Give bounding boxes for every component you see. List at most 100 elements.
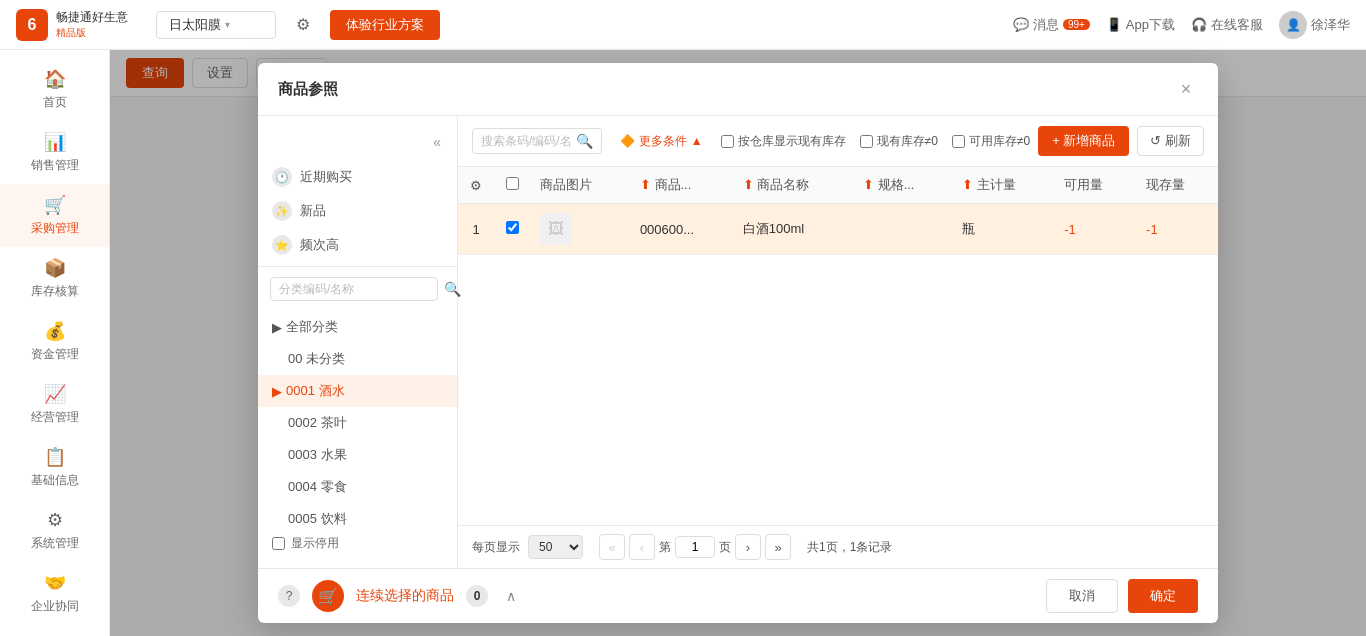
home-icon: 🏠 — [44, 68, 66, 90]
messages-item[interactable]: 💬 消息 99+ — [1013, 16, 1090, 34]
page-label: 第 — [659, 539, 671, 556]
collapse-button[interactable]: « — [429, 130, 445, 154]
product-search-input[interactable] — [481, 134, 570, 148]
sidebar-item-inventory[interactable]: 📦 库存核算 — [0, 247, 109, 310]
sort-icon-name: ⬆ — [743, 177, 754, 192]
th-available: 可用量 — [1054, 167, 1136, 204]
sort-icon-code: ⬆ — [640, 177, 651, 192]
toolbar: 🔍 🔶 更多条件 ▲ 按仓库显示现有库存 — [458, 116, 1218, 167]
cat-alcohol[interactable]: ▶ 0001 酒水 — [258, 375, 457, 407]
cat-alcohol-arrow: ▶ — [272, 384, 282, 399]
sidebar-item-management[interactable]: 📈 经营管理 — [0, 373, 109, 436]
user-profile[interactable]: 👤 徐泽华 — [1279, 11, 1350, 39]
th-code[interactable]: ⬆ 商品... — [630, 167, 733, 204]
add-product-button[interactable]: + 新增商品 — [1038, 126, 1129, 156]
th-name[interactable]: ⬆ 商品名称 — [733, 167, 853, 204]
th-unit[interactable]: ⬆ 主计量 — [952, 167, 1054, 204]
cart-text: 连续选择的商品 — [356, 587, 454, 605]
th-current: 现存量 — [1136, 167, 1218, 204]
cat-all-arrow: ▶ — [272, 320, 282, 335]
td-seq: 1 — [458, 204, 494, 255]
sidebar-item-collab[interactable]: 🤝 企业协同 — [0, 562, 109, 625]
system-icon: ⚙ — [47, 509, 63, 531]
finance-icon: 💰 — [44, 320, 66, 342]
message-icon: 💬 — [1013, 17, 1029, 32]
row-checkbox[interactable] — [506, 221, 519, 234]
show-disabled-checkbox[interactable] — [272, 537, 285, 550]
td-image: 🖼 — [530, 204, 630, 255]
modal-title: 商品参照 — [278, 80, 338, 99]
quick-item-new[interactable]: ✨ 新品 — [258, 194, 457, 228]
sidebar-item-sales[interactable]: 📊 销售管理 — [0, 121, 109, 184]
cart-button[interactable]: 🛒 — [312, 580, 344, 612]
pagination-bar: 每页显示 50 20 100 « ‹ 第 页 — [458, 525, 1218, 568]
available-nonzero-checkbox[interactable] — [952, 135, 965, 148]
quick-item-frequent[interactable]: ⭐ 频次高 — [258, 228, 457, 262]
product-reference-modal: 商品参照 × « 🕐 近期购买 — [258, 63, 1218, 623]
cat-tea[interactable]: 0002 茶叶 — [258, 407, 457, 439]
collapse-cart-icon[interactable]: ∧ — [500, 585, 522, 607]
cat-drinks[interactable]: 0005 饮料 — [258, 503, 457, 527]
app-download-item[interactable]: 📱 App下载 — [1106, 16, 1175, 34]
cat-snacks[interactable]: 0004 零食 — [258, 471, 457, 503]
td-available: -1 — [1054, 204, 1136, 255]
select-all-checkbox[interactable] — [506, 177, 519, 190]
warehouse-checkbox[interactable] — [721, 135, 734, 148]
filter-button[interactable]: 🔶 更多条件 ▲ — [610, 128, 713, 155]
sales-icon: 📊 — [44, 131, 66, 153]
prev-page-button[interactable]: ‹ — [629, 534, 655, 560]
sidebar-item-guide[interactable]: 🎯 新手引导 — [0, 625, 109, 636]
sidebar-label-collab: 企业协同 — [31, 598, 79, 615]
headset-icon: 🎧 — [1191, 17, 1207, 32]
right-panel: 🔍 🔶 更多条件 ▲ 按仓库显示现有库存 — [458, 116, 1218, 568]
td-unit: 瓶 — [952, 204, 1054, 255]
sidebar-item-finance[interactable]: 💰 资金管理 — [0, 310, 109, 373]
settings-icon[interactable]: ⚙ — [288, 10, 318, 40]
th-spec[interactable]: ⬆ 规格... — [853, 167, 952, 204]
page-number-input[interactable] — [675, 536, 715, 558]
sort-icon-unit: ⬆ — [962, 177, 973, 192]
cat-fruit[interactable]: 0003 水果 — [258, 439, 457, 471]
footer-actions: 取消 确定 — [1046, 579, 1198, 613]
cat-unclassified[interactable]: 00 未分类 — [258, 343, 457, 375]
inventory-icon: 📦 — [44, 257, 66, 279]
left-panel: « 🕐 近期购买 ✨ 新品 ⭐ 频次高 — [258, 116, 458, 568]
sidebar-item-home[interactable]: 🏠 首页 — [0, 58, 109, 121]
next-page-button[interactable]: › — [735, 534, 761, 560]
help-icon[interactable]: ? — [278, 585, 300, 607]
modal-close-button[interactable]: × — [1174, 77, 1198, 101]
stock-nonzero-checkbox[interactable] — [860, 135, 873, 148]
modal-overlay: 商品参照 × « 🕐 近期购买 — [110, 50, 1366, 636]
first-page-button[interactable]: « — [599, 534, 625, 560]
cancel-button[interactable]: 取消 — [1046, 579, 1118, 613]
quick-item-recent[interactable]: 🕐 近期购买 — [258, 160, 457, 194]
avatar: 👤 — [1279, 11, 1307, 39]
category-search-input[interactable] — [270, 277, 438, 301]
store-select[interactable]: 日太阳膜 ▾ — [156, 11, 276, 39]
table-refresh-button[interactable]: ↺ 刷新 — [1137, 126, 1204, 156]
table-row[interactable]: 1 🖼 000600... 白酒100ml 瓶 — [458, 204, 1218, 255]
last-page-button[interactable]: » — [765, 534, 791, 560]
content-area: 查询 设置 ↺ 刷新 商品参照 × « — [110, 50, 1366, 636]
page-total: 共1页，1条记录 — [807, 539, 892, 556]
show-disabled-row: 显示停用 — [258, 527, 457, 560]
page-size-select[interactable]: 50 20 100 — [528, 535, 583, 559]
service-item[interactable]: 🎧 在线客服 — [1191, 16, 1263, 34]
sidebar-label-home: 首页 — [43, 94, 67, 111]
sidebar-item-system[interactable]: ⚙ 系统管理 — [0, 499, 109, 562]
th-settings[interactable]: ⚙ — [458, 167, 494, 204]
product-search-icon[interactable]: 🔍 — [576, 133, 593, 149]
cat-all[interactable]: ▶ 全部分类 — [258, 311, 457, 343]
checkbox-available-nonzero[interactable]: 可用库存≠0 — [952, 133, 1030, 150]
top-nav: 6 畅捷通好生意 精品版 日太阳膜 ▾ ⚙ 体验行业方案 💬 消息 99+ 📱 … — [0, 0, 1366, 50]
logo-area: 6 畅捷通好生意 精品版 — [16, 9, 136, 41]
checkbox-warehouse[interactable]: 按仓库显示现有库存 — [721, 133, 846, 150]
logo-text: 畅捷通好生意 精品版 — [56, 9, 128, 40]
sidebar-item-purchase[interactable]: 🛒 采购管理 — [0, 184, 109, 247]
confirm-button[interactable]: 确定 — [1128, 579, 1198, 613]
basic-icon: 📋 — [44, 446, 66, 468]
sidebar-item-basic[interactable]: 📋 基础信息 — [0, 436, 109, 499]
trial-button[interactable]: 体验行业方案 — [330, 10, 440, 40]
td-checkbox[interactable] — [494, 204, 530, 255]
checkbox-stock-nonzero[interactable]: 现有库存≠0 — [860, 133, 938, 150]
